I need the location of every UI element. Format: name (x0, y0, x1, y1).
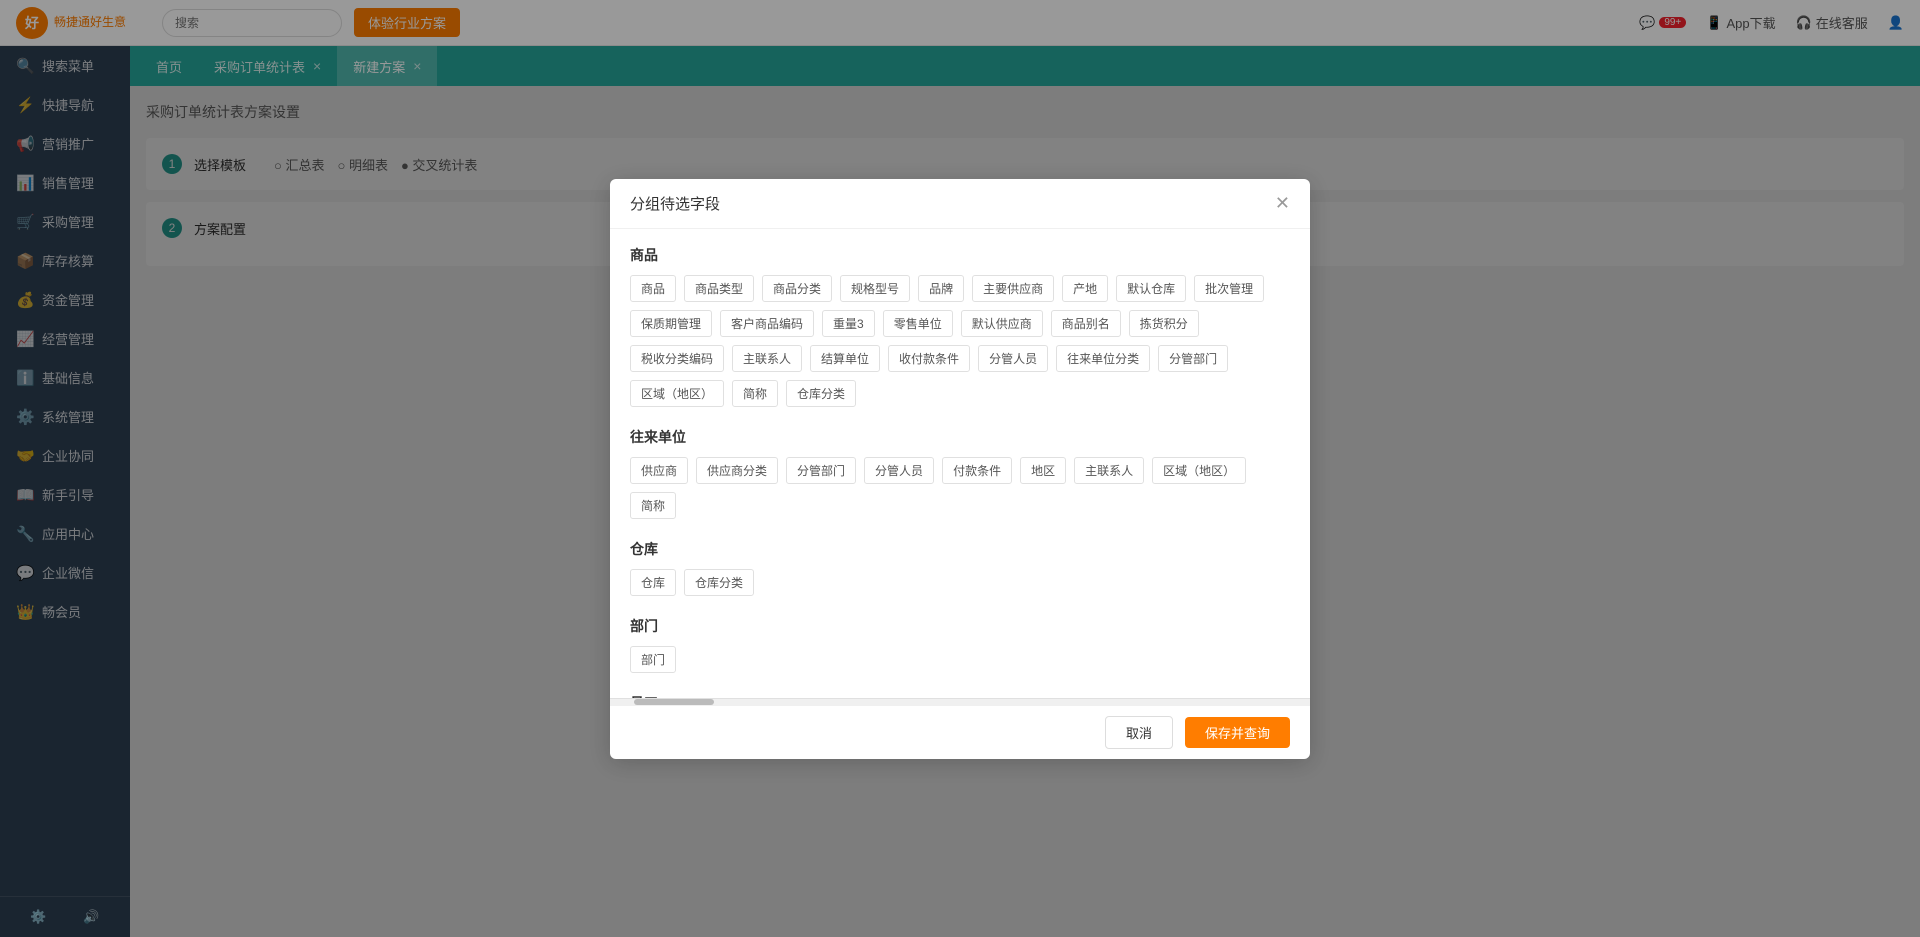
field-tag[interactable]: 部门 (630, 646, 676, 673)
field-tag[interactable]: 主联系人 (732, 345, 802, 372)
confirm-button[interactable]: 保存并查询 (1185, 717, 1290, 748)
field-tag[interactable]: 供应商分类 (696, 457, 778, 484)
field-tag[interactable]: 产地 (1062, 275, 1108, 302)
modal-body[interactable]: 商品 商品 商品类型 商品分类 规格型号 品牌 主要供应商 产地 默认仓库 批次… (610, 229, 1310, 698)
field-tag[interactable]: 零售单位 (883, 310, 953, 337)
modal-title: 分组待选字段 (630, 193, 720, 214)
field-tag[interactable]: 商品分类 (762, 275, 832, 302)
section-department-fields: 部门 (630, 646, 1290, 673)
section-partner: 往来单位 供应商 供应商分类 分管部门 分管人员 付款条件 地区 主联系人 区域… (630, 427, 1290, 519)
field-tag[interactable]: 简称 (732, 380, 778, 407)
field-tag[interactable]: 税收分类编码 (630, 345, 724, 372)
section-warehouse-fields: 仓库 仓库分类 (630, 569, 1290, 596)
field-tag[interactable]: 规格型号 (840, 275, 910, 302)
section-partner-fields: 供应商 供应商分类 分管部门 分管人员 付款条件 地区 主联系人 区域（地区） … (630, 457, 1290, 519)
field-tag[interactable]: 商品类型 (684, 275, 754, 302)
field-tag[interactable]: 主联系人 (1074, 457, 1144, 484)
field-tag[interactable]: 默认供应商 (961, 310, 1043, 337)
cancel-button[interactable]: 取消 (1105, 716, 1173, 749)
section-partner-title: 往来单位 (630, 427, 1290, 447)
field-tag[interactable]: 收付款条件 (888, 345, 970, 372)
field-tag[interactable]: 供应商 (630, 457, 688, 484)
field-tag[interactable]: 分管人员 (978, 345, 1048, 372)
modal-horizontal-scrollbar[interactable] (610, 698, 1310, 705)
section-department: 部门 部门 (630, 616, 1290, 673)
section-warehouse: 仓库 仓库 仓库分类 (630, 539, 1290, 596)
field-tag[interactable]: 分管人员 (864, 457, 934, 484)
field-tag[interactable]: 往来单位分类 (1056, 345, 1150, 372)
field-tag[interactable]: 仓库 (630, 569, 676, 596)
field-tag[interactable]: 批次管理 (1194, 275, 1264, 302)
field-tag[interactable]: 简称 (630, 492, 676, 519)
field-tag[interactable]: 结算单位 (810, 345, 880, 372)
field-tag[interactable]: 区域（地区） (630, 380, 724, 407)
modal-footer: 取消 保存并查询 (610, 705, 1310, 759)
field-tag[interactable]: 主要供应商 (972, 275, 1054, 302)
field-tag[interactable]: 分管部门 (786, 457, 856, 484)
section-product-fields: 商品 商品类型 商品分类 规格型号 品牌 主要供应商 产地 默认仓库 批次管理 … (630, 275, 1290, 407)
section-warehouse-title: 仓库 (630, 539, 1290, 559)
modal-overlay: 分组待选字段 ✕ 商品 商品 商品类型 商品分类 规格型号 品牌 主要供应商 产… (0, 0, 1920, 937)
section-product: 商品 商品 商品类型 商品分类 规格型号 品牌 主要供应商 产地 默认仓库 批次… (630, 245, 1290, 407)
field-tag[interactable]: 仓库分类 (786, 380, 856, 407)
field-tag[interactable]: 付款条件 (942, 457, 1012, 484)
field-tag[interactable]: 分管部门 (1158, 345, 1228, 372)
field-tag[interactable]: 商品别名 (1051, 310, 1121, 337)
field-tag[interactable]: 默认仓库 (1116, 275, 1186, 302)
field-selection-modal: 分组待选字段 ✕ 商品 商品 商品类型 商品分类 规格型号 品牌 主要供应商 产… (610, 179, 1310, 759)
modal-header: 分组待选字段 ✕ (610, 179, 1310, 229)
field-tag[interactable]: 地区 (1020, 457, 1066, 484)
field-tag[interactable]: 重量3 (822, 310, 875, 337)
section-department-title: 部门 (630, 616, 1290, 636)
field-tag[interactable]: 品牌 (918, 275, 964, 302)
field-tag[interactable]: 拣货积分 (1129, 310, 1199, 337)
field-tag[interactable]: 区域（地区） (1152, 457, 1246, 484)
field-tag[interactable]: 仓库分类 (684, 569, 754, 596)
modal-close-button[interactable]: ✕ (1275, 193, 1290, 214)
field-tag[interactable]: 商品 (630, 275, 676, 302)
field-tag[interactable]: 保质期管理 (630, 310, 712, 337)
section-product-title: 商品 (630, 245, 1290, 265)
field-tag[interactable]: 客户商品编码 (720, 310, 814, 337)
